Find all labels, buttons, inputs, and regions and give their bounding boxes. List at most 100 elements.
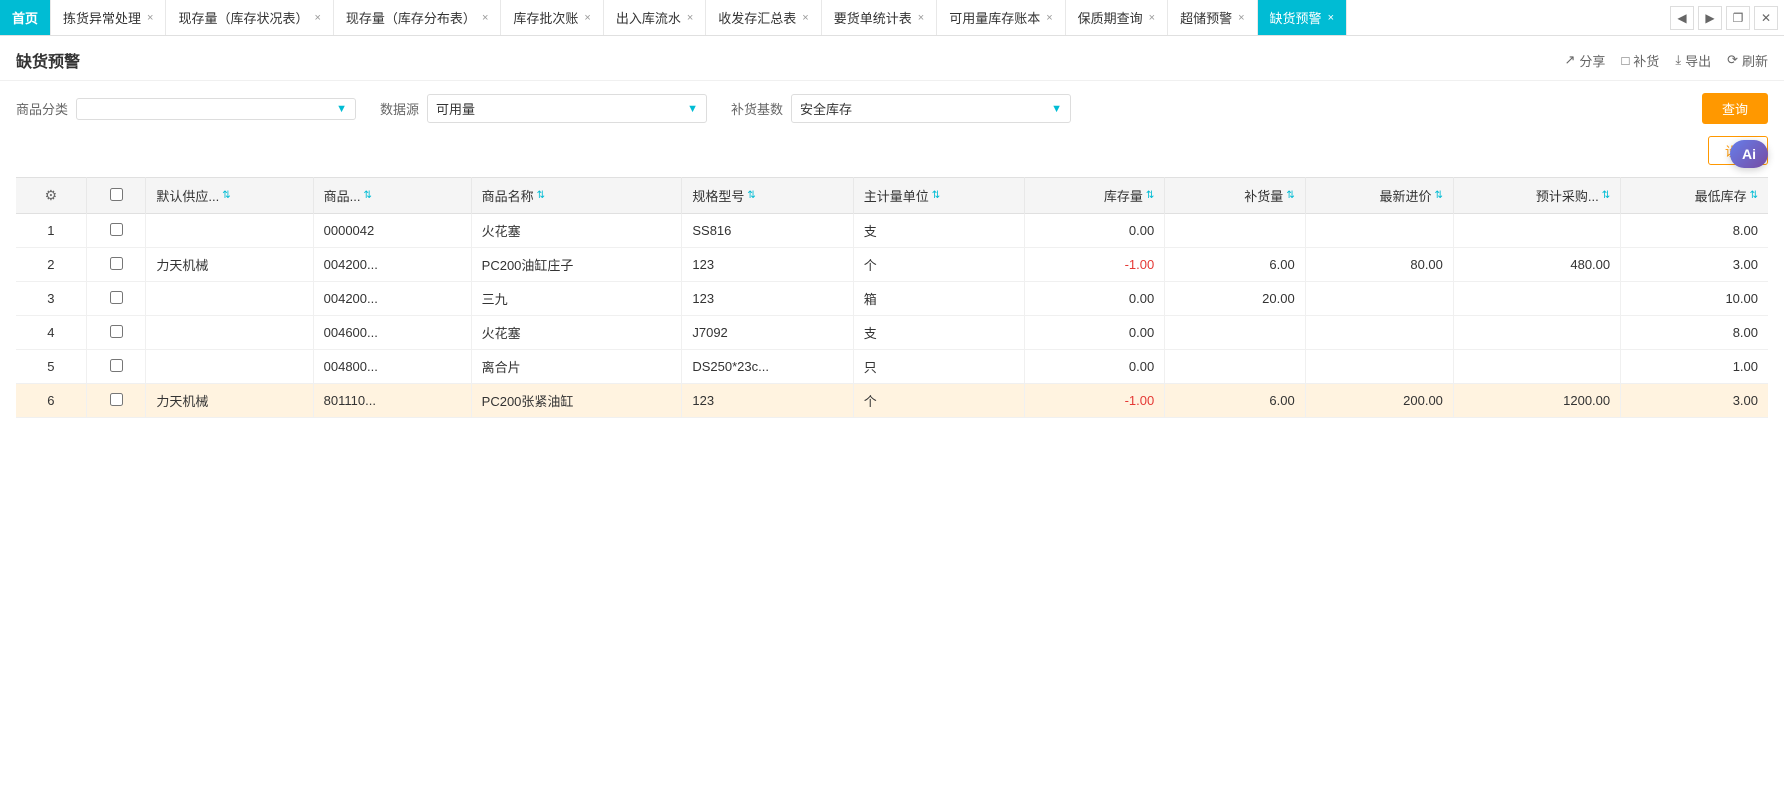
replenish-base-value: 安全库存 [800, 99, 852, 118]
cell-unit: 箱 [853, 282, 1024, 316]
row-checkbox[interactable] [110, 223, 123, 236]
tab-shortage-label: 缺货预警 [1270, 8, 1322, 27]
tab-inventory-status[interactable]: 现存量（库存状况表） × [166, 0, 333, 36]
sort-min-stock-icon: ⇅ [1750, 190, 1758, 201]
th-spec-label: 规格型号 [692, 186, 744, 205]
cell-stock: -1.00 [1024, 248, 1164, 282]
row-checkbox[interactable] [110, 393, 123, 406]
refresh-button[interactable]: ⟳ 刷新 [1727, 51, 1768, 70]
cell-min-stock: 8.00 [1621, 214, 1768, 248]
ai-badge[interactable]: Ai [1730, 140, 1768, 168]
cell-num: 1 [16, 214, 86, 248]
tab-picking-close[interactable]: × [147, 12, 153, 24]
tab-inv-status-close[interactable]: × [314, 12, 320, 24]
sort-stock-icon: ⇅ [1146, 190, 1154, 201]
replenish-base-select[interactable]: 安全库存 ▼ [791, 94, 1071, 123]
refresh-label: 刷新 [1742, 51, 1768, 70]
tab-inout-label: 出入库流水 [616, 8, 681, 27]
th-replenish: 补货量 ⇅ [1165, 178, 1305, 214]
cell-code: 004800... [313, 350, 471, 384]
sort-code[interactable]: 商品... ⇅ [324, 186, 372, 205]
cell-spec: SS816 [682, 214, 853, 248]
nav-next-button[interactable]: ▶ [1698, 6, 1722, 30]
sort-name[interactable]: 商品名称 ⇅ [482, 186, 545, 205]
cell-check [86, 316, 146, 350]
sort-replenish[interactable]: 补货量 ⇅ [1244, 186, 1294, 205]
th-price-label: 最新进价 [1380, 186, 1432, 205]
tab-summary-close[interactable]: × [802, 12, 808, 24]
tab-summary-label: 收发存汇总表 [718, 8, 796, 27]
nav-restore-button[interactable]: ❐ [1726, 6, 1750, 30]
tab-inv-dist-close[interactable]: × [482, 12, 488, 24]
row-checkbox[interactable] [110, 257, 123, 270]
nav-close-button[interactable]: ✕ [1754, 6, 1778, 30]
tab-shortage-close[interactable]: × [1328, 12, 1334, 24]
tab-overstock[interactable]: 超储预警 × [1168, 0, 1257, 36]
tab-inout-close[interactable]: × [687, 12, 693, 24]
tab-requisition[interactable]: 要货单统计表 × [822, 0, 937, 36]
th-min-stock-label: 最低库存 [1695, 186, 1747, 205]
cell-supplier [146, 316, 313, 350]
cell-code: 004600... [313, 316, 471, 350]
query-button[interactable]: 查询 [1702, 93, 1768, 124]
page-container: 缺货预警 ↗ 分享 □ 补货 ⤓ 导出 ⟳ 刷新 商品分类 [0, 36, 1784, 796]
datasource-arrow-icon: ▼ [687, 103, 698, 115]
cell-est-purchase [1453, 282, 1620, 316]
tab-avail-label: 可用量库存账本 [949, 8, 1040, 27]
sort-min-stock[interactable]: 最低库存 ⇅ [1695, 186, 1758, 205]
row-checkbox[interactable] [110, 359, 123, 372]
category-select[interactable]: ▼ [76, 98, 356, 120]
cell-spec: 123 [682, 384, 853, 418]
cell-stock: -1.00 [1024, 384, 1164, 418]
tab-expiry-query[interactable]: 保质期查询 × [1066, 0, 1168, 36]
tab-summary[interactable]: 收发存汇总表 × [706, 0, 821, 36]
category-arrow-icon: ▼ [336, 103, 347, 115]
tab-batch-close[interactable]: × [584, 12, 590, 24]
cell-supplier: 力天机械 [146, 248, 313, 282]
sort-stock[interactable]: 库存量 ⇅ [1104, 186, 1154, 205]
tab-avail-close[interactable]: × [1046, 12, 1052, 24]
tab-available-ledger[interactable]: 可用量库存账本 × [937, 0, 1065, 36]
th-stock: 库存量 ⇅ [1024, 178, 1164, 214]
sort-spec[interactable]: 规格型号 ⇅ [692, 186, 755, 205]
tab-batch-account[interactable]: 库存批次账 × [501, 0, 603, 36]
select-all-checkbox[interactable] [110, 188, 123, 201]
replenish-button[interactable]: □ 补货 [1621, 51, 1659, 70]
tab-inventory-dist[interactable]: 现存量（库存分布表） × [334, 0, 501, 36]
cell-spec: J7092 [682, 316, 853, 350]
tab-shortage[interactable]: 缺货预警 × [1258, 0, 1347, 36]
sort-purchase[interactable]: 预计采购... ⇅ [1536, 186, 1610, 205]
row-checkbox[interactable] [110, 291, 123, 304]
table-body: 1 0000042 火花塞 SS816 支 0.00 8.00 2 力天机械 0… [16, 214, 1768, 418]
export-button[interactable]: ⤓ 导出 [1675, 51, 1711, 70]
cell-name: 火花塞 [471, 316, 682, 350]
row-checkbox[interactable] [110, 325, 123, 338]
tab-inout-flow[interactable]: 出入库流水 × [604, 0, 706, 36]
th-settings[interactable]: ⚙ [16, 178, 86, 214]
cell-spec: DS250*23c... [682, 350, 853, 384]
tab-overstock-close[interactable]: × [1238, 12, 1244, 24]
shortage-table: ⚙ 默认供应... ⇅ 商品... ⇅ [16, 177, 1768, 418]
tab-home[interactable]: 首页 [0, 0, 51, 36]
cell-name: 火花塞 [471, 214, 682, 248]
nav-prev-button[interactable]: ◀ [1670, 6, 1694, 30]
cell-num: 3 [16, 282, 86, 316]
sort-spec-icon: ⇅ [747, 190, 755, 201]
tab-picking-exception[interactable]: 拣货异常处理 × [51, 0, 166, 36]
gear-icon[interactable]: ⚙ [45, 187, 58, 203]
tab-expiry-close[interactable]: × [1149, 12, 1155, 24]
cell-stock: 0.00 [1024, 282, 1164, 316]
cell-unit: 个 [853, 384, 1024, 418]
sort-unit[interactable]: 主计量单位 ⇅ [864, 186, 940, 205]
cell-latest-price: 80.00 [1305, 248, 1453, 282]
cell-code: 004200... [313, 248, 471, 282]
datasource-select[interactable]: 可用量 ▼ [427, 94, 707, 123]
th-replenish-label: 补货量 [1244, 186, 1283, 205]
sort-supplier[interactable]: 默认供应... ⇅ [156, 186, 230, 205]
tab-req-close[interactable]: × [918, 12, 924, 24]
share-button[interactable]: ↗ 分享 [1565, 51, 1606, 70]
cell-replenish: 6.00 [1165, 248, 1305, 282]
sort-price[interactable]: 最新进价 ⇅ [1380, 186, 1443, 205]
share-icon: ↗ [1565, 52, 1576, 68]
replenish-icon: □ [1621, 53, 1629, 68]
